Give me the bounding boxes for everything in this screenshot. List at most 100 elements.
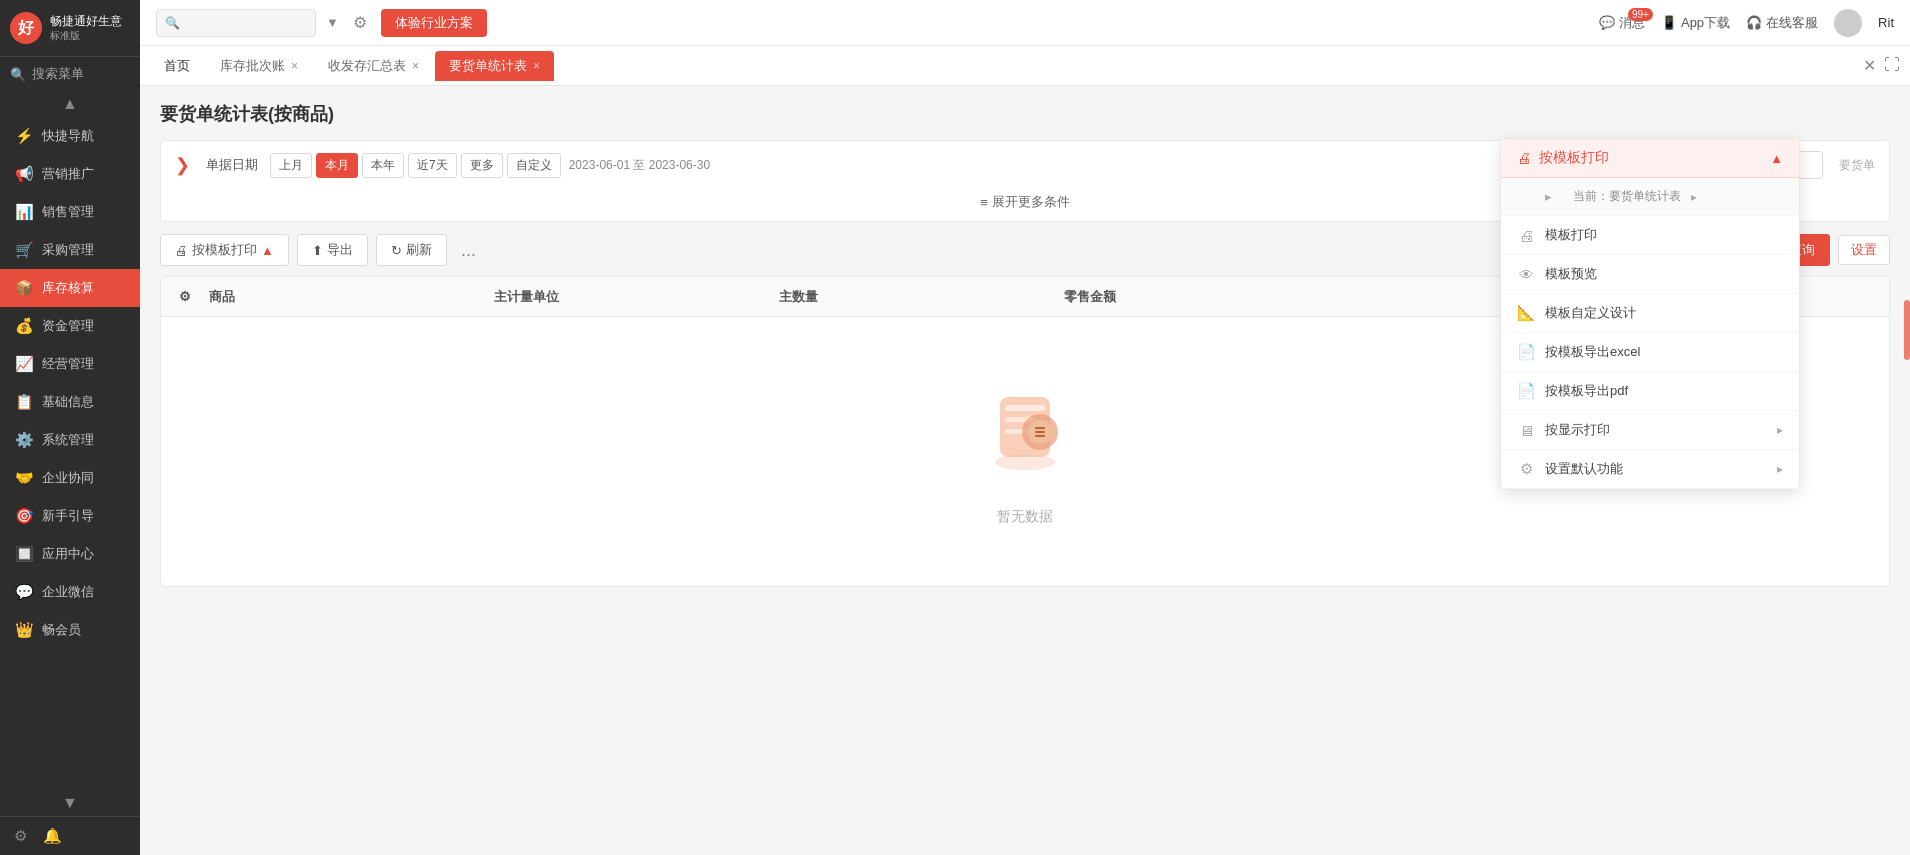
sales-icon: 📊 (14, 203, 34, 221)
sidebar-item-label: 资金管理 (42, 317, 94, 335)
user-avatar[interactable] (1834, 9, 1862, 37)
display-print-label: 按显示打印 (1545, 421, 1767, 439)
sidebar-item-quicknav[interactable]: ⚡ 快捷导航 (0, 117, 140, 155)
topbar-search-icon: 🔍 (165, 16, 180, 30)
sidebar-item-label: 销售管理 (42, 203, 94, 221)
topbar: 🔍 ▼ ⚙ 体验行业方案 💬 消息 99+ 📱 App下载 🎧 在线客服 Rit (140, 0, 1910, 46)
window-expand-button[interactable]: ⛶ (1884, 56, 1900, 75)
tab-batch-account-close[interactable]: × (291, 59, 298, 73)
print-display-print[interactable]: 🖥 按显示打印 ▸ (1501, 411, 1799, 450)
window-buttons: ✕ ⛶ (1863, 56, 1900, 75)
export-button[interactable]: ⬆ 导出 (297, 234, 368, 266)
tab-receive-summary[interactable]: 收发存汇总表 × (314, 51, 433, 81)
online-service-button[interactable]: 🎧 在线客服 (1746, 14, 1818, 32)
col-unit: 主计量单位 (486, 288, 771, 306)
export-excel-label: 按模板导出excel (1545, 343, 1783, 361)
apps-icon: 🔲 (14, 545, 34, 563)
sidebar-search-label: 搜索菜单 (32, 65, 84, 83)
export-pdf-icon: 📄 (1517, 382, 1535, 400)
print-current-template[interactable]: ▸ 当前：要货单统计表 ▸ (1501, 178, 1799, 216)
collab-icon: 🤝 (14, 469, 34, 487)
date-btn-more[interactable]: 更多 (461, 153, 503, 178)
inventory-icon: 📦 (14, 279, 34, 297)
print-button[interactable]: 🖨 按模板打印 ▲ (160, 234, 289, 266)
sidebar-search[interactable]: 🔍 搜索菜单 (0, 57, 140, 91)
sidebar-scroll-up[interactable]: ▲ (0, 91, 140, 117)
export-icon: ⬆ (312, 243, 323, 258)
newbie-icon: 🎯 (14, 507, 34, 525)
more-options-button[interactable]: ... (455, 236, 482, 265)
sidebar: 好 畅捷通好生意 标准版 🔍 搜索菜单 ▲ ⚡ 快捷导航 📢 营销推广 📊 销售… (0, 0, 140, 855)
print-template-preview[interactable]: 👁 模板预览 (1501, 255, 1799, 294)
sidebar-item-newbie[interactable]: 🎯 新手引导 (0, 497, 140, 535)
page-title: 要货单统计表(按商品) (160, 102, 1890, 126)
app-download-icon: 📱 (1661, 15, 1677, 30)
expand-more-button[interactable]: ≡ 展开更多条件 (980, 193, 1070, 211)
print-dropdown-title-text: 按模板打印 (1539, 149, 1609, 167)
app-logo-text: 畅捷通好生意 标准版 (50, 13, 122, 44)
finance-icon: 💰 (14, 317, 34, 335)
date-btn-last-month[interactable]: 上月 (270, 153, 312, 178)
export-pdf-label: 按模板导出pdf (1545, 382, 1783, 400)
col-gear[interactable]: ⚙ (171, 289, 201, 304)
sidebar-item-sales[interactable]: 📊 销售管理 (0, 193, 140, 231)
empty-text: 暂无数据 (997, 508, 1053, 526)
sidebar-item-operations[interactable]: 📈 经营管理 (0, 345, 140, 383)
sidebar-item-label: 基础信息 (42, 393, 94, 411)
date-btn-7days[interactable]: 近7天 (408, 153, 457, 178)
topbar-dropdown-arrow[interactable]: ▼ (326, 15, 339, 30)
date-btn-this-month[interactable]: 本月 (316, 153, 358, 178)
svg-rect-2 (1005, 405, 1045, 411)
print-dropdown-header[interactable]: 🖨 按模板打印 ▲ (1501, 139, 1799, 178)
sidebar-logo: 好 畅捷通好生意 标准版 (0, 0, 140, 57)
sidebar-item-purchase[interactable]: 🛒 采购管理 (0, 231, 140, 269)
tab-receive-summary-close[interactable]: × (412, 59, 419, 73)
search-icon: 🔍 (10, 67, 26, 82)
filter-expand-toggle[interactable]: ❯ (175, 154, 190, 176)
print-current-label: 当前：要货单统计表 (1573, 188, 1681, 205)
template-preview-label: 模板预览 (1545, 265, 1783, 283)
sidebar-item-member[interactable]: 👑 畅会员 (0, 611, 140, 649)
settings-button[interactable]: 设置 (1838, 235, 1890, 265)
notification-icon[interactable]: 🔔 (43, 827, 62, 845)
print-template-print[interactable]: 🖨 模板打印 (1501, 216, 1799, 255)
print-export-pdf[interactable]: 📄 按模板导出pdf (1501, 372, 1799, 411)
sidebar-item-system[interactable]: ⚙️ 系统管理 (0, 421, 140, 459)
print-export-excel[interactable]: 📄 按模板导出excel (1501, 333, 1799, 372)
message-button[interactable]: 💬 消息 99+ (1599, 14, 1645, 32)
scroll-indicator (1904, 300, 1910, 360)
print-set-default[interactable]: ⚙ 设置默认功能 ▸ (1501, 450, 1799, 489)
sidebar-item-apps[interactable]: 🔲 应用中心 (0, 535, 140, 573)
wechat-icon: 💬 (14, 583, 34, 601)
sidebar-item-finance[interactable]: 💰 资金管理 (0, 307, 140, 345)
sidebar-scroll-down[interactable]: ▼ (0, 790, 140, 816)
tab-batch-account[interactable]: 库存批次账 × (206, 51, 312, 81)
settings-icon[interactable]: ⚙ (14, 827, 27, 845)
date-btn-this-year[interactable]: 本年 (362, 153, 404, 178)
topbar-search-box[interactable]: 🔍 (156, 9, 316, 37)
print-template-design[interactable]: 📐 模板自定义设计 (1501, 294, 1799, 333)
tab-home[interactable]: 首页 (150, 51, 204, 81)
tab-order-stats-close[interactable]: × (533, 59, 540, 73)
sidebar-item-collab[interactable]: 🤝 企业协同 (0, 459, 140, 497)
sidebar-item-wechat[interactable]: 💬 企业微信 (0, 573, 140, 611)
scroll-down-button[interactable]: ▼ (62, 794, 78, 812)
print-dropdown-arrow: ▲ (1770, 151, 1783, 166)
date-btn-custom[interactable]: 自定义 (507, 153, 561, 178)
topbar-gear-icon[interactable]: ⚙ (353, 13, 367, 32)
refresh-button[interactable]: ↻ 刷新 (376, 234, 447, 266)
tab-order-stats[interactable]: 要货单统计表 × (435, 51, 554, 81)
tabs-bar: 首页 库存批次账 × 收发存汇总表 × 要货单统计表 × ✕ ⛶ (140, 46, 1910, 86)
sidebar-item-label: 快捷导航 (42, 127, 94, 145)
app-download-button[interactable]: 📱 App下载 (1661, 14, 1730, 32)
sidebar-item-marketing[interactable]: 📢 营销推广 (0, 155, 140, 193)
scroll-up-button[interactable]: ▲ (62, 95, 78, 113)
expand-more-icon: ≡ (980, 195, 988, 210)
trial-button[interactable]: 体验行业方案 (381, 9, 487, 37)
display-print-icon: 🖥 (1517, 422, 1535, 439)
topbar-right: 💬 消息 99+ 📱 App下载 🎧 在线客服 Rit (1599, 9, 1894, 37)
window-close-button[interactable]: ✕ (1863, 56, 1876, 75)
sidebar-item-inventory[interactable]: 📦 库存核算 (0, 269, 140, 307)
sidebar-item-label: 企业协同 (42, 469, 94, 487)
sidebar-item-basic[interactable]: 📋 基础信息 (0, 383, 140, 421)
